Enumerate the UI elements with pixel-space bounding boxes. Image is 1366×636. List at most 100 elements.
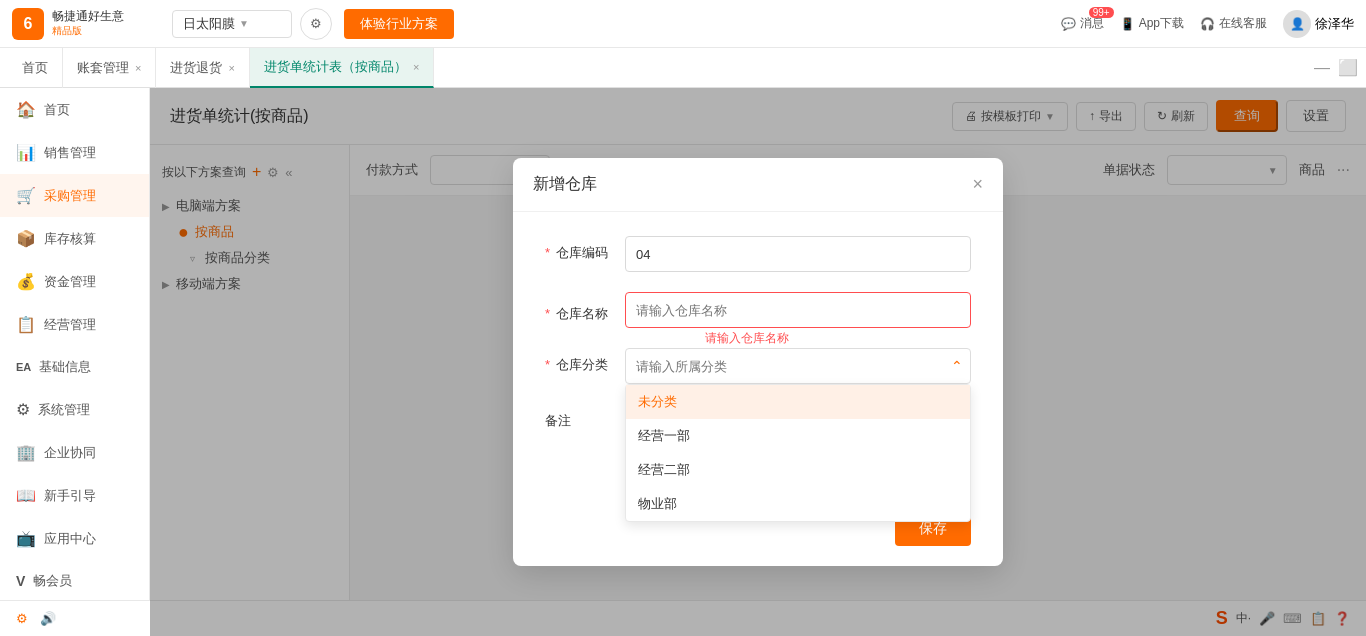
warehouse-name-label: * 仓库名称 — [545, 297, 625, 323]
sidebar-item-label: 采购管理 — [44, 187, 96, 205]
tab-account-manage[interactable]: 账套管理 × — [63, 48, 156, 88]
tab-home[interactable]: 首页 — [8, 48, 63, 88]
form-row-code: * 仓库编码 — [545, 236, 971, 272]
system-icon: ⚙ — [16, 400, 30, 419]
sidebar-item-label: 企业协同 — [44, 444, 96, 462]
bottom-volume-icon[interactable]: 🔊 — [40, 611, 56, 626]
sidebar-item-enterprise[interactable]: 🏢 企业协同 — [0, 431, 149, 474]
modal-title: 新增仓库 — [533, 174, 597, 195]
inventory-icon: 📦 — [16, 229, 36, 248]
sidebar-item-purchase[interactable]: 🛒 采购管理 — [0, 174, 149, 217]
sales-icon: 📊 — [16, 143, 36, 162]
app-download-label: App下载 — [1139, 15, 1184, 32]
app-center-icon: 📺 — [16, 529, 36, 548]
sidebar-item-label: 基础信息 — [39, 358, 91, 376]
sidebar-item-label: 应用中心 — [44, 530, 96, 548]
notes-label: 备注 — [545, 404, 625, 430]
header-right: 💬 消息 99+ 📱 App下载 🎧 在线客服 👤 徐泽华 — [1061, 10, 1354, 38]
dropdown-item-property[interactable]: 物业部 — [626, 487, 970, 521]
sidebar-item-operations[interactable]: 📋 经营管理 — [0, 303, 149, 346]
tab-home-label: 首页 — [22, 59, 48, 77]
sidebar-item-inventory[interactable]: 📦 库存核算 — [0, 217, 149, 260]
logo-name: 畅捷通好生意 — [52, 9, 124, 25]
company-selector[interactable]: 日太阳膜 ▼ — [172, 10, 292, 38]
tab-end-buttons: — ⬜ — [1314, 58, 1358, 77]
tab-purchase-return[interactable]: 进货退货 × — [156, 48, 249, 88]
company-name: 日太阳膜 — [183, 15, 235, 33]
bottom-settings-icon[interactable]: ⚙ — [16, 611, 28, 626]
enterprise-icon: 🏢 — [16, 443, 36, 462]
tab-close-icon[interactable]: × — [228, 62, 234, 74]
home-icon: 🏠 — [16, 100, 36, 119]
tab-purchase-stats[interactable]: 进货单统计表（按商品） × — [250, 48, 434, 88]
logo-text-area: 畅捷通好生意 精品版 — [52, 9, 124, 39]
form-row-name-inner: * 仓库名称 — [545, 292, 971, 328]
sidebar-item-guide[interactable]: 📖 新手引导 — [0, 474, 149, 517]
warehouse-code-label: * 仓库编码 — [545, 236, 625, 262]
app-logo-icon: 6 — [12, 8, 44, 40]
sidebar-item-label: 销售管理 — [44, 144, 96, 162]
logo-sub: 精品版 — [52, 24, 124, 38]
warehouse-code-input[interactable] — [625, 236, 971, 272]
tab-minimize-icon[interactable]: — — [1314, 59, 1330, 77]
app-download-icon: 📱 — [1120, 17, 1135, 31]
vip-icon: V — [16, 573, 25, 589]
guide-icon: 📖 — [16, 486, 36, 505]
message-button[interactable]: 💬 消息 99+ — [1061, 15, 1104, 32]
warehouse-category-label: * 仓库分类 — [545, 348, 625, 374]
operations-icon: 📋 — [16, 315, 36, 334]
sidebar-item-system[interactable]: ⚙ 系统管理 — [0, 388, 149, 431]
sidebar: 🏠 首页 📊 销售管理 🛒 采购管理 📦 库存核算 💰 资金管理 📋 经营管理 … — [0, 88, 150, 636]
message-icon: 💬 — [1061, 17, 1076, 31]
form-row-name: * 仓库名称 请输入仓库名称 — [545, 292, 971, 328]
dropdown-item-uncategorized[interactable]: 未分类 — [626, 385, 970, 419]
modal-header: 新增仓库 × — [513, 158, 1003, 212]
content-area: 进货单统计(按商品) 🖨 按模板打印 ▼ ↑ 导出 ↻ 刷新 查询 设置 — [150, 88, 1366, 636]
warehouse-name-error: 请输入仓库名称 — [705, 330, 789, 347]
online-service-button[interactable]: 🎧 在线客服 — [1200, 15, 1267, 32]
settings-icon-btn[interactable]: ⚙ — [300, 8, 332, 40]
required-star-name: * — [545, 306, 550, 321]
sidebar-item-home[interactable]: 🏠 首页 — [0, 88, 149, 131]
warehouse-category-input[interactable] — [625, 348, 971, 384]
main-layout: 🏠 首页 📊 销售管理 🛒 采购管理 📦 库存核算 💰 资金管理 📋 经营管理 … — [0, 88, 1366, 636]
avatar: 👤 — [1283, 10, 1311, 38]
tab-close-icon[interactable]: × — [413, 61, 419, 73]
sidebar-item-label: 库存核算 — [44, 230, 96, 248]
basic-info-icon: EA — [16, 361, 31, 373]
online-service-label: 在线客服 — [1219, 15, 1267, 32]
modal-close-button[interactable]: × — [972, 174, 983, 195]
sidebar-item-vip[interactable]: V 畅会员 — [0, 560, 149, 602]
gear-icon: ⚙ — [310, 16, 322, 31]
sidebar-item-label: 畅会员 — [33, 572, 72, 590]
tab-close-icon[interactable]: × — [135, 62, 141, 74]
selector-arrow-icon: ▼ — [239, 18, 249, 29]
required-star: * — [545, 245, 550, 260]
sidebar-item-app-center[interactable]: 📺 应用中心 — [0, 517, 149, 560]
form-row-category: * 仓库分类 ⌃ 未分类 经营一部 经营二部 物业部 — [545, 348, 971, 384]
sidebar-item-label: 经营管理 — [44, 316, 96, 334]
sidebar-item-sales[interactable]: 📊 销售管理 — [0, 131, 149, 174]
finance-icon: 💰 — [16, 272, 36, 291]
category-dropdown-icon[interactable]: ⌃ — [951, 358, 963, 374]
tab-account-manage-label: 账套管理 — [77, 59, 129, 77]
headset-icon: 🎧 — [1200, 17, 1215, 31]
app-download-button[interactable]: 📱 App下载 — [1120, 15, 1184, 32]
required-star-cat: * — [545, 357, 550, 372]
category-dropdown-list: 未分类 经营一部 经营二部 物业部 — [625, 384, 971, 522]
sidebar-item-label: 资金管理 — [44, 273, 96, 291]
top-header: 6 畅捷通好生意 精品版 日太阳膜 ▼ ⚙ 体验行业方案 💬 消息 99+ 📱 … — [0, 0, 1366, 48]
trial-button[interactable]: 体验行业方案 — [344, 9, 454, 39]
dropdown-item-dept1[interactable]: 经营一部 — [626, 419, 970, 453]
tab-maximize-icon[interactable]: ⬜ — [1338, 58, 1358, 77]
logo-area: 6 畅捷通好生意 精品版 — [12, 8, 162, 40]
warehouse-name-input[interactable] — [625, 292, 971, 328]
add-warehouse-modal: 新增仓库 × * 仓库编码 — [513, 158, 1003, 566]
sidebar-item-label: 新手引导 — [44, 487, 96, 505]
sidebar-item-label: 首页 — [44, 101, 70, 119]
tab-purchase-return-label: 进货退货 — [170, 59, 222, 77]
dropdown-item-dept2[interactable]: 经营二部 — [626, 453, 970, 487]
sidebar-item-finance[interactable]: 💰 资金管理 — [0, 260, 149, 303]
sidebar-item-basic-info[interactable]: EA 基础信息 — [0, 346, 149, 388]
user-menu[interactable]: 👤 徐泽华 — [1283, 10, 1354, 38]
